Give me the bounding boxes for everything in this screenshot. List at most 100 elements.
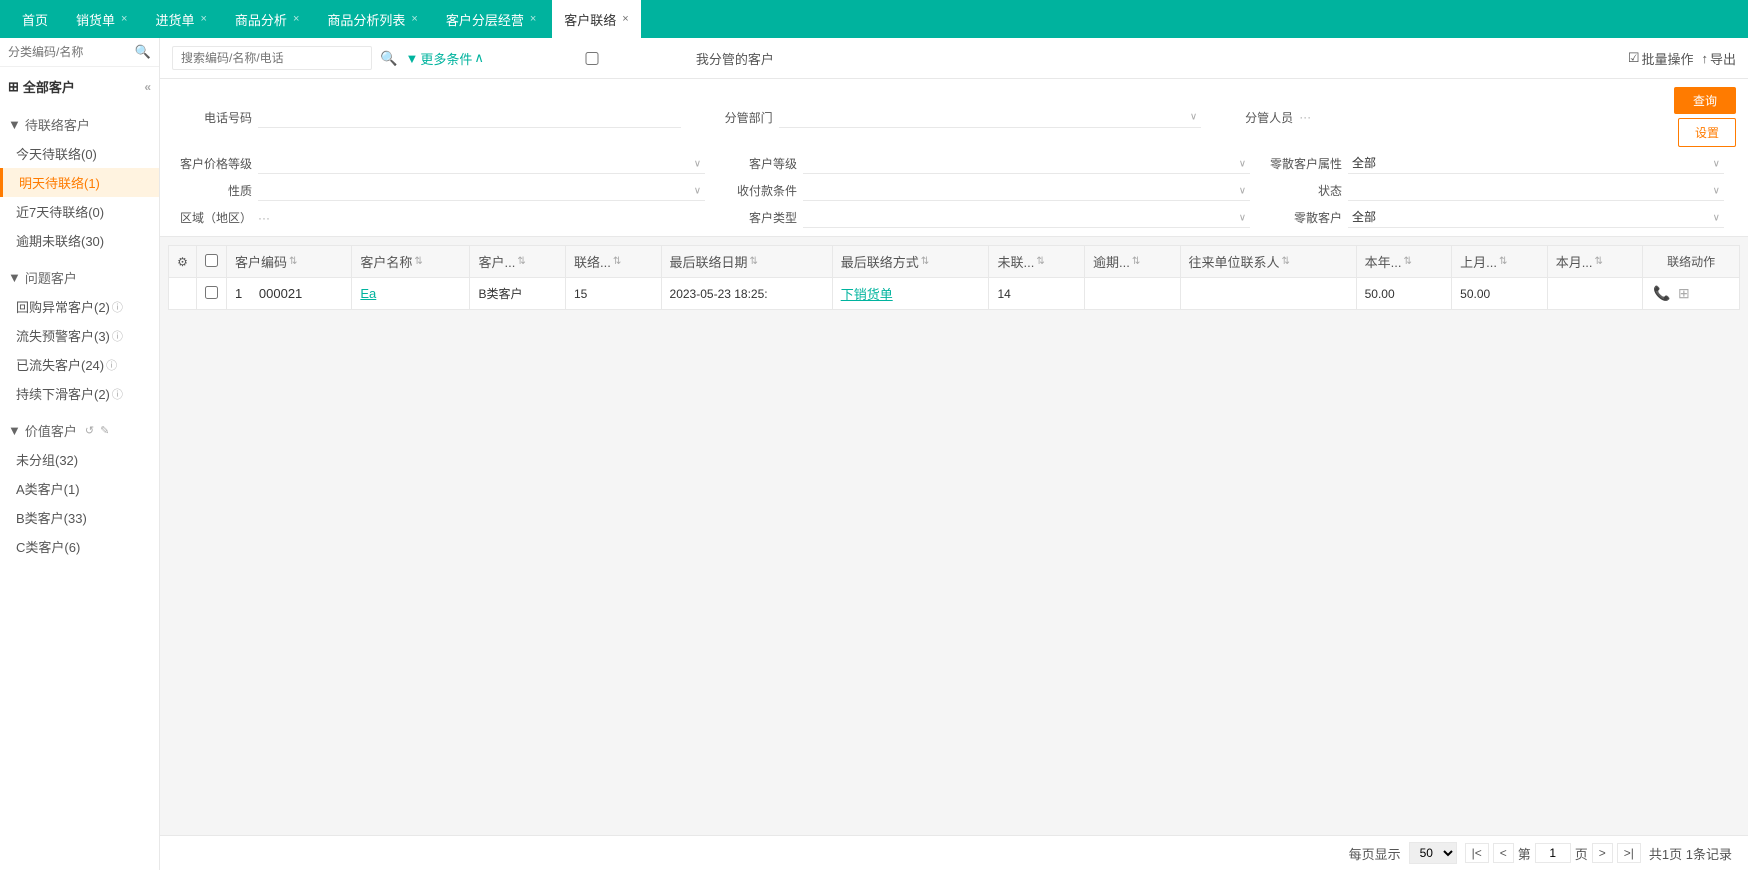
retail-customer-select[interactable]: 全部 bbox=[1348, 207, 1724, 228]
filter-phone: 电话号码 bbox=[172, 107, 693, 128]
sidebar: 🔍 ⊞ 全部客户 « ▼ 待联络客户 今天待联络(0) 明天待联络(1) 近7天… bbox=[0, 38, 160, 870]
phone-input[interactable] bbox=[258, 107, 681, 128]
gender-select[interactable] bbox=[258, 180, 705, 201]
row-select-checkbox[interactable] bbox=[205, 286, 218, 299]
customer-type-select[interactable] bbox=[803, 207, 1250, 228]
th-contact-person[interactable]: 往来单位联系人 ⇅ bbox=[1180, 246, 1356, 278]
nav-purchase-order[interactable]: 进货单 × bbox=[143, 0, 218, 38]
nav-product-analysis[interactable]: 商品分析 × bbox=[223, 0, 311, 38]
nav-sales-order[interactable]: 销货单 × bbox=[64, 0, 139, 38]
th-customer-code[interactable]: 客户编码 ⇅ bbox=[227, 246, 352, 278]
content-area: 🔍 ▼ 更多条件 ∧ 我分管的客户 ☑ 批量操作 ↑ 导出 bbox=[160, 38, 1748, 870]
sidebar-item-class-c[interactable]: C类客户(6) bbox=[0, 532, 159, 561]
collapse-button[interactable]: « bbox=[144, 80, 151, 94]
retail-attr-select[interactable]: 全部 bbox=[1348, 153, 1724, 174]
row-last-method[interactable]: 下销货单 bbox=[832, 278, 989, 310]
th-this-month[interactable]: 本月... ⇅ bbox=[1547, 246, 1643, 278]
settings-button[interactable]: 设置 bbox=[1678, 118, 1736, 147]
my-customers-filter[interactable]: 我分管的客户 bbox=[492, 49, 774, 68]
row-name[interactable]: Ea bbox=[352, 278, 470, 310]
next-page-button[interactable]: > bbox=[1592, 843, 1613, 863]
th-customer-name[interactable]: 客户名称 ⇅ bbox=[352, 246, 470, 278]
page-size-select[interactable]: 50 bbox=[1409, 842, 1457, 864]
settings-col-header[interactable]: ⚙ bbox=[169, 246, 197, 278]
filter-row-3: 性质 ∨ 收付款条件 ∨ 状态 bbox=[172, 180, 1736, 201]
close-customer-tier-icon[interactable]: × bbox=[530, 13, 536, 25]
row-checkbox[interactable] bbox=[197, 278, 227, 310]
close-product-list-icon[interactable]: × bbox=[411, 13, 417, 25]
sidebar-item-tomorrow-pending[interactable]: 明天待联络(1) bbox=[0, 168, 159, 197]
pending-group-title[interactable]: ▼ 待联络客户 bbox=[0, 110, 159, 139]
sidebar-item-class-b[interactable]: B类客户(33) bbox=[0, 503, 159, 532]
sidebar-item-declining[interactable]: 持续下滑客户(2) ⓘ bbox=[0, 379, 159, 408]
nav-home[interactable]: 首页 bbox=[10, 0, 60, 38]
sort-icon-last-month: ⇅ bbox=[1499, 256, 1507, 267]
th-actions: 联络动作 bbox=[1643, 246, 1740, 278]
data-table: ⚙ 客户编码 ⇅ 客户名称 ⇅ bbox=[168, 245, 1740, 310]
row-seq-code: 1 000021 bbox=[227, 278, 352, 310]
last-page-button[interactable]: >| bbox=[1617, 843, 1641, 863]
nav-customer-contact[interactable]: 客户联络 × bbox=[552, 0, 640, 38]
dept-select[interactable] bbox=[779, 107, 1202, 128]
table-body: 1 000021 Ea B类客户 15 2023-05-23 18:25: 下销… bbox=[169, 278, 1740, 310]
status-select[interactable] bbox=[1348, 180, 1724, 201]
problem-group-title[interactable]: ▼ 问题客户 bbox=[0, 263, 159, 292]
filter-status: 状态 ∨ bbox=[1262, 180, 1736, 201]
manager-dots[interactable]: ··· bbox=[1299, 110, 1311, 124]
first-page-button[interactable]: |< bbox=[1465, 843, 1489, 863]
more-conditions-button[interactable]: ▼ 更多条件 ∧ bbox=[405, 49, 483, 68]
checkbox-col-header[interactable] bbox=[197, 246, 227, 278]
grid-action-icon[interactable]: ⊞ bbox=[1678, 285, 1690, 301]
th-customer-type[interactable]: 客户... ⇅ bbox=[470, 246, 566, 278]
th-this-year[interactable]: 本年... ⇅ bbox=[1356, 246, 1452, 278]
sort-icon-name: ⇅ bbox=[414, 256, 422, 267]
query-button[interactable]: 查询 bbox=[1674, 87, 1736, 114]
th-last-contact-method[interactable]: 最后联络方式 ⇅ bbox=[832, 246, 989, 278]
search-input[interactable] bbox=[172, 46, 372, 70]
th-contact-count[interactable]: 联络... ⇅ bbox=[566, 246, 662, 278]
region-dots[interactable]: ··· bbox=[258, 211, 270, 225]
th-last-month[interactable]: 上月... ⇅ bbox=[1452, 246, 1548, 278]
close-product-analysis-icon[interactable]: × bbox=[293, 13, 299, 25]
sidebar-item-ungrouped[interactable]: 未分组(32) bbox=[0, 445, 159, 474]
nav-product-analysis-list[interactable]: 商品分析列表 × bbox=[315, 0, 429, 38]
sidebar-item-churn-warning[interactable]: 流失预警客户(3) ⓘ bbox=[0, 321, 159, 350]
sidebar-item-churned[interactable]: 已流失客户(24) ⓘ bbox=[0, 350, 159, 379]
sidebar-search-input[interactable] bbox=[8, 45, 131, 59]
select-all-checkbox[interactable] bbox=[205, 254, 218, 267]
contact-method-link[interactable]: 下销货单 bbox=[841, 287, 893, 302]
close-purchase-order-icon[interactable]: × bbox=[200, 13, 206, 25]
filter-row-4: 区域（地区） ··· 客户类型 ∨ 零散客户 全部 ∨ bbox=[172, 207, 1736, 228]
sidebar-item-today-pending[interactable]: 今天待联络(0) bbox=[0, 139, 159, 168]
sidebar-item-overdue-pending[interactable]: 逾期未联络(30) bbox=[0, 226, 159, 255]
edit-icon[interactable]: ✎ bbox=[100, 424, 109, 437]
close-customer-contact-icon[interactable]: × bbox=[622, 13, 628, 25]
nav-customer-tier[interactable]: 客户分层经营 × bbox=[434, 0, 548, 38]
sidebar-item-abnormal-repurchase[interactable]: 回购异常客户(2) ⓘ bbox=[0, 292, 159, 321]
page-input[interactable] bbox=[1535, 843, 1571, 863]
payment-select[interactable] bbox=[803, 180, 1250, 201]
th-last-contact-date[interactable]: 最后联络日期 ⇅ bbox=[661, 246, 832, 278]
th-overdue[interactable]: 逾期... ⇅ bbox=[1085, 246, 1181, 278]
prev-page-button[interactable]: < bbox=[1493, 843, 1514, 863]
customer-level-select[interactable] bbox=[803, 153, 1250, 174]
grid-icon: ⊞ bbox=[8, 79, 19, 95]
export-button[interactable]: ↑ 导出 bbox=[1701, 49, 1736, 68]
phone-action-icon[interactable]: 📞 bbox=[1653, 285, 1670, 301]
value-group-title[interactable]: ▼ 价值客户 ↺ ✎ bbox=[0, 416, 159, 445]
refresh-icon[interactable]: ↺ bbox=[85, 424, 94, 437]
price-level-select[interactable] bbox=[258, 153, 705, 174]
my-customers-checkbox[interactable] bbox=[492, 52, 692, 65]
customer-name-link[interactable]: Ea bbox=[360, 286, 376, 301]
price-level-select-wrap: ∨ bbox=[258, 153, 705, 174]
close-sales-order-icon[interactable]: × bbox=[121, 13, 127, 25]
payment-label: 收付款条件 bbox=[717, 182, 797, 199]
batch-operation-button[interactable]: ☑ 批量操作 bbox=[1628, 49, 1694, 68]
sidebar-item-7days-pending[interactable]: 近7天待联络(0) bbox=[0, 197, 159, 226]
checkbox-icon: ☑ bbox=[1628, 50, 1640, 66]
th-uncontacted[interactable]: 未联... ⇅ bbox=[989, 246, 1085, 278]
search-button[interactable]: 🔍 bbox=[380, 50, 397, 67]
sidebar-item-class-a[interactable]: A类客户(1) bbox=[0, 474, 159, 503]
sidebar-search-icon[interactable]: 🔍 bbox=[135, 44, 151, 60]
all-customers-title[interactable]: ⊞ 全部客户 « bbox=[0, 71, 159, 102]
